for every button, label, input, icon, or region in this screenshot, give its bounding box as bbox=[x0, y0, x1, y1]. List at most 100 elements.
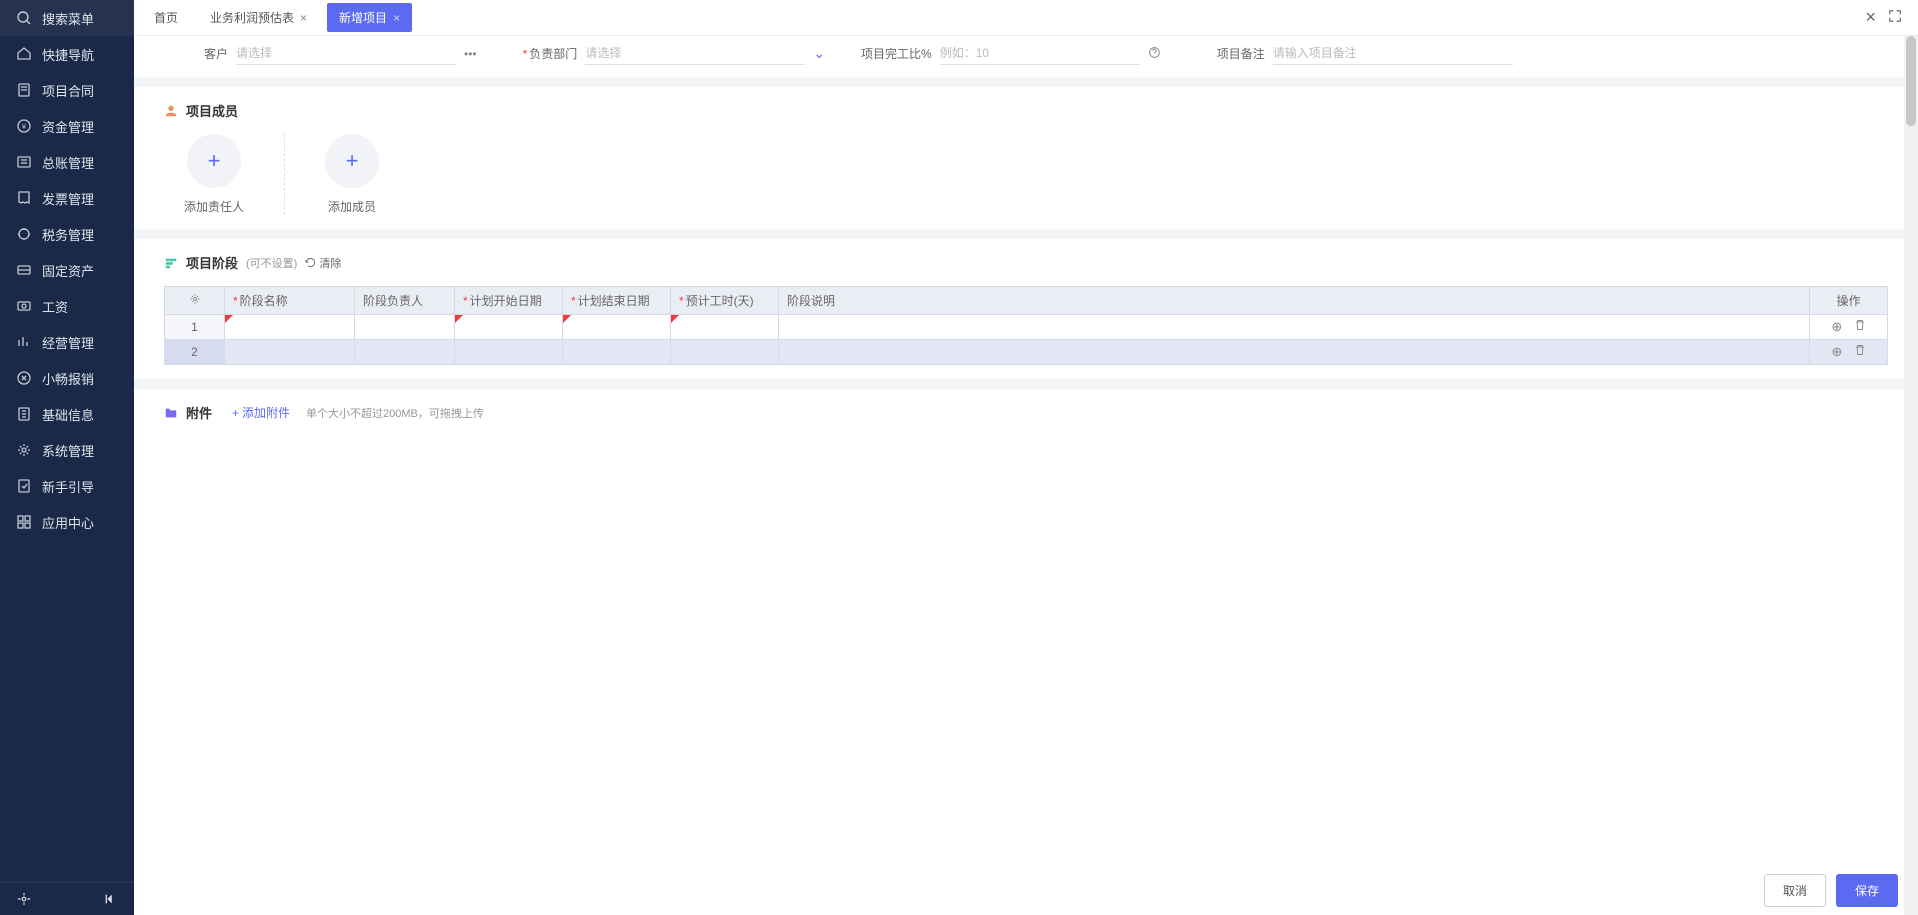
form-group-department: *负责部门 ⌄ bbox=[523, 42, 825, 65]
row-index: 1 bbox=[165, 315, 225, 340]
collapse-icon[interactable] bbox=[102, 891, 118, 907]
cell-desc[interactable] bbox=[779, 315, 1810, 340]
settings-icon[interactable] bbox=[16, 891, 32, 907]
sidebar-item-invoice[interactable]: 发票管理 bbox=[0, 180, 134, 216]
sidebar-item-expense[interactable]: 小畅报销 bbox=[0, 360, 134, 396]
close-icon[interactable]: × bbox=[300, 11, 307, 25]
footer-bar: 取消 保存 bbox=[1744, 866, 1918, 915]
department-input[interactable] bbox=[585, 42, 805, 65]
sidebar-item-guide[interactable]: 新手引导 bbox=[0, 468, 134, 504]
add-row-icon[interactable]: ⊕ bbox=[1831, 344, 1842, 359]
sidebar-item-baseinfo[interactable]: 基础信息 bbox=[0, 396, 134, 432]
cell-ops: ⊕ bbox=[1810, 315, 1888, 340]
customer-label: 客户 bbox=[204, 45, 228, 62]
cell-start[interactable] bbox=[455, 315, 563, 340]
completion-label: 项目完工比% bbox=[861, 45, 932, 62]
cell-mgr[interactable] bbox=[355, 340, 455, 365]
delete-row-icon[interactable] bbox=[1854, 344, 1866, 359]
col-header-settings[interactable] bbox=[165, 287, 225, 315]
ledger-icon bbox=[16, 154, 32, 170]
form-group-customer: 客户 ••• bbox=[204, 42, 477, 65]
scroll-thumb[interactable] bbox=[1906, 36, 1916, 126]
section-stages: 项目阶段 (可不设置) 清除 bbox=[134, 229, 1918, 379]
sidebar-item-label: 系统管理 bbox=[42, 441, 94, 460]
add-attachment-button[interactable]: + 添加附件 bbox=[232, 404, 290, 421]
section-title: 项目成员 bbox=[186, 101, 238, 120]
sidebar-item-label: 快捷导航 bbox=[42, 45, 94, 64]
salary-icon bbox=[16, 298, 32, 314]
cell-name[interactable] bbox=[225, 340, 355, 365]
sidebar-item-label: 经营管理 bbox=[42, 333, 94, 352]
fullscreen-icon[interactable] bbox=[1888, 9, 1902, 26]
sidebar-item-salary[interactable]: 工资 bbox=[0, 288, 134, 324]
cell-hours[interactable] bbox=[671, 315, 779, 340]
tab-label: 首页 bbox=[154, 9, 178, 26]
cell-hours[interactable] bbox=[671, 340, 779, 365]
cell-end[interactable] bbox=[563, 315, 671, 340]
close-icon[interactable]: × bbox=[393, 11, 400, 25]
sidebar-item-tax[interactable]: 税务管理 bbox=[0, 216, 134, 252]
sidebar-item-system[interactable]: 系统管理 bbox=[0, 432, 134, 468]
cell-end[interactable] bbox=[563, 340, 671, 365]
row-index: 2 bbox=[165, 340, 225, 365]
section-header-attach: 附件 + 添加附件 单个大小不超过200MB，可拖拽上传 bbox=[164, 403, 1888, 422]
plus-icon: + bbox=[232, 406, 239, 420]
sidebar-item-label: 小畅报销 bbox=[42, 369, 94, 388]
tab-home[interactable]: 首页 bbox=[142, 3, 190, 32]
apps-icon bbox=[16, 514, 32, 530]
sidebar-item-label: 发票管理 bbox=[42, 189, 94, 208]
clear-stages-button[interactable]: 清除 bbox=[305, 255, 341, 271]
add-responsible-button[interactable]: + bbox=[187, 134, 241, 188]
more-icon[interactable]: ••• bbox=[464, 47, 477, 61]
sidebar-item-ledger[interactable]: 总账管理 bbox=[0, 144, 134, 180]
sidebar-search[interactable]: 搜索菜单 bbox=[0, 0, 134, 36]
remark-input[interactable] bbox=[1273, 42, 1513, 65]
assets-icon bbox=[16, 262, 32, 278]
cell-name[interactable] bbox=[225, 315, 355, 340]
add-row-icon[interactable]: ⊕ bbox=[1831, 319, 1842, 334]
sidebar-item-appcenter[interactable]: 应用中心 bbox=[0, 504, 134, 540]
col-header-start: *计划开始日期 bbox=[455, 287, 563, 315]
clear-label: 清除 bbox=[319, 255, 341, 271]
scrollbar[interactable] bbox=[1904, 36, 1918, 915]
cell-start[interactable] bbox=[455, 340, 563, 365]
table-row: 2 ⊕ bbox=[165, 340, 1888, 365]
completion-input[interactable] bbox=[940, 42, 1140, 65]
section-header-stages: 项目阶段 (可不设置) 清除 bbox=[164, 253, 1888, 272]
info-icon bbox=[16, 406, 32, 422]
tab-new-project[interactable]: 新增项目 × bbox=[327, 3, 412, 32]
delete-row-icon[interactable] bbox=[1854, 319, 1866, 334]
cell-mgr[interactable] bbox=[355, 315, 455, 340]
sidebar-item-label: 应用中心 bbox=[42, 513, 94, 532]
chevron-down-icon[interactable]: ⌄ bbox=[813, 45, 825, 62]
sidebar-item-quicknav[interactable]: 快捷导航 bbox=[0, 36, 134, 72]
sidebar-item-funds[interactable]: ¥ 资金管理 bbox=[0, 108, 134, 144]
cell-desc[interactable] bbox=[779, 340, 1810, 365]
cell-ops: ⊕ bbox=[1810, 340, 1888, 365]
sidebar-item-business[interactable]: 经营管理 bbox=[0, 324, 134, 360]
table-header-row: *阶段名称 阶段负责人 *计划开始日期 *计划结束日期 *预计工时(天) 阶段说… bbox=[165, 287, 1888, 315]
save-button[interactable]: 保存 bbox=[1836, 874, 1898, 907]
required-marker bbox=[563, 315, 571, 323]
tab-profit-report[interactable]: 业务利润预估表 × bbox=[198, 3, 319, 32]
customer-input[interactable] bbox=[236, 42, 456, 65]
sidebar-item-assets[interactable]: 固定资产 bbox=[0, 252, 134, 288]
section-header-members: 项目成员 bbox=[164, 101, 1888, 120]
content-scroll: 项目成员 + 添加责任人 + 添加成员 bbox=[134, 87, 1918, 915]
document-icon bbox=[16, 82, 32, 98]
invoice-icon bbox=[16, 190, 32, 206]
sidebar-item-contract[interactable]: 项目合同 bbox=[0, 72, 134, 108]
guide-icon bbox=[16, 478, 32, 494]
home-icon bbox=[16, 46, 32, 62]
sidebar-item-label: 资金管理 bbox=[42, 117, 94, 136]
col-header-name: *阶段名称 bbox=[225, 287, 355, 315]
help-icon[interactable] bbox=[1148, 46, 1161, 62]
cancel-button[interactable]: 取消 bbox=[1764, 874, 1826, 907]
app-root: 搜索菜单 快捷导航 项目合同 ¥ 资金管理 bbox=[0, 0, 1918, 915]
col-header-text: 阶段名称 bbox=[240, 294, 288, 308]
add-member-button[interactable]: + bbox=[325, 134, 379, 188]
sidebar-item-label: 基础信息 bbox=[42, 405, 94, 424]
close-panel-icon[interactable]: × bbox=[1865, 7, 1876, 28]
col-header-text: 计划结束日期 bbox=[578, 294, 650, 308]
sidebar-list: 搜索菜单 快捷导航 项目合同 ¥ 资金管理 bbox=[0, 0, 134, 882]
